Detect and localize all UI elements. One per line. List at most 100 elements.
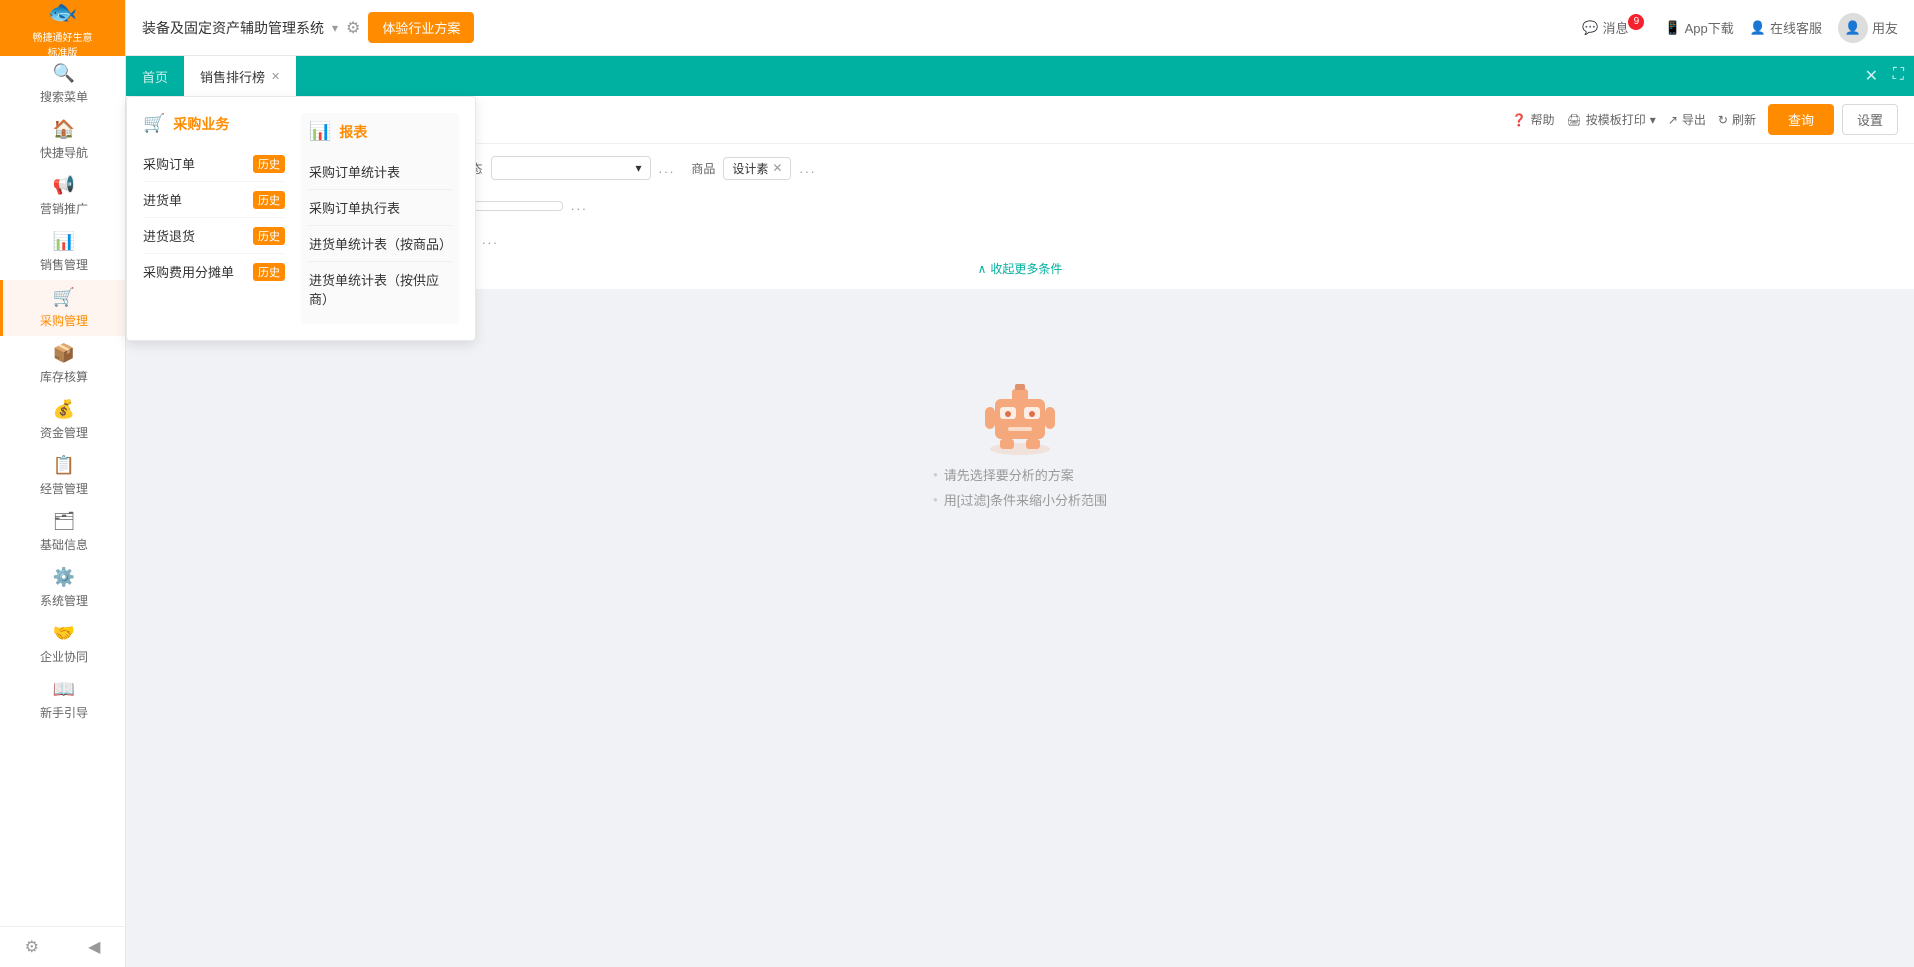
history-tag: 历史 <box>253 263 285 281</box>
basic-icon: 🗂 <box>53 511 76 532</box>
print-icon: 🖨 <box>1567 113 1582 127</box>
purchase-col: 🛒 采购业务 采购订单 历史 进货单 历史 进货退货 历史 采购费用分摊单 历史 <box>143 113 285 324</box>
topbar-left: 装备及固定资产辅助管理系统 ▾ ⚙ 体验行业方案 <box>142 12 474 43</box>
logo-icon: 🐟 <box>48 0 78 27</box>
empty-illustration <box>970 369 1070 449</box>
help-icon: ❓ <box>1512 113 1527 127</box>
tab-sales-rank-label: 销售排行榜 <box>200 67 265 86</box>
purchase-dropdown-menu: 🛒 采购业务 采购订单 历史 进货单 历史 进货退货 历史 采购费用分摊单 历史… <box>126 96 476 341</box>
sidebar-item-search[interactable]: 🔍 搜索菜单 <box>0 56 125 112</box>
app-download-label: App下载 <box>1685 18 1734 37</box>
purchase-icon: 🛒 <box>53 287 75 308</box>
sidebar-item-label: 系统管理 <box>40 592 88 609</box>
refresh-button[interactable]: ↻ 刷新 <box>1718 111 1756 128</box>
tab-close-icon[interactable]: ✕ <box>271 70 280 83</box>
goods-tag[interactable]: 设计素 ✕ <box>723 157 791 180</box>
sidebar-item-system[interactable]: ⚙️ 系统管理 <box>0 560 125 616</box>
dropdown-item-label: 进货单 <box>143 190 182 209</box>
marketing-icon: 📢 <box>53 175 75 196</box>
purchase-col-title: 采购业务 <box>173 114 229 134</box>
print-label: 按模板打印 <box>1586 111 1646 128</box>
avatar-icon: 👤 <box>1845 20 1861 36</box>
dropdown-item-inbound[interactable]: 进货单 历史 <box>143 182 285 218</box>
user-item[interactable]: 👤 用友 <box>1838 13 1898 43</box>
sidebar-item-label: 销售管理 <box>40 256 88 273</box>
settings-bottom-icon[interactable]: ⚙ <box>25 937 39 957</box>
purchase-col-icon: 🛒 <box>143 113 165 134</box>
sidebar-logo: 🐟 畅捷通好生意 标准版 <box>0 0 125 56</box>
dropdown-report-label: 进货单统计表（按供应商） <box>309 273 439 307</box>
customer-dots: ... <box>482 232 499 247</box>
message-icon: 💬 <box>1582 20 1598 36</box>
tab-sales-rank[interactable]: 销售排行榜 ✕ <box>184 56 296 96</box>
report-col-title: 报表 <box>339 122 367 142</box>
sidebar-item-label: 快捷导航 <box>40 144 88 161</box>
online-service-label: 在线客服 <box>1770 18 1822 37</box>
sidebar-item-sales[interactable]: 📊 销售管理 <box>0 224 125 280</box>
export-icon: ↗ <box>1668 113 1678 127</box>
topbar-title: 装备及固定资产辅助管理系统 <box>142 18 324 38</box>
finance-icon: 💰 <box>53 399 75 420</box>
inventory-icon: 📦 <box>53 343 75 364</box>
dropdown-item-label: 采购费用分摊单 <box>143 262 234 281</box>
topbar-dropdown-arrow[interactable]: ▾ <box>332 21 338 35</box>
dropdown-item-purchase-order[interactable]: 采购订单 历史 <box>143 146 285 182</box>
sidebar-item-marketing[interactable]: 📢 营销推广 <box>0 168 125 224</box>
sidebar-item-purchase[interactable]: 🛒 采购管理 <box>0 280 125 336</box>
refresh-icon: ↻ <box>1718 113 1728 127</box>
salesperson-dots: ... <box>571 198 588 213</box>
goods-dots: ... <box>799 161 816 176</box>
sidebar-item-inventory[interactable]: 📦 库存核算 <box>0 336 125 392</box>
report-col-icon: 📊 <box>309 121 331 142</box>
empty-hints: 请先选择要分析的方案 用[过滤]条件来缩小分析范围 <box>933 465 1107 515</box>
topbar-gear-icon[interactable]: ⚙ <box>346 18 360 38</box>
chevron-down-icon: ▾ <box>636 161 642 175</box>
history-tag: 历史 <box>253 155 285 173</box>
topbar-right: 💬 消息 9 📱 App下载 👤 在线客服 👤 用友 <box>1582 13 1898 43</box>
sidebar-item-label: 采购管理 <box>40 312 88 329</box>
help-label: 帮助 <box>1531 111 1555 128</box>
goods-label: 商品 <box>691 160 715 177</box>
export-label: 导出 <box>1682 111 1706 128</box>
user-label: 用友 <box>1872 18 1898 37</box>
voucher-dots: ... <box>659 161 676 176</box>
sidebar-item-cooperation[interactable]: 🤝 企业协同 <box>0 616 125 672</box>
voucher-status-select[interactable]: ▾ <box>491 156 651 180</box>
goods-tag-close-icon[interactable]: ✕ <box>772 161 782 175</box>
sidebar-item-basic[interactable]: 🗂 基础信息 <box>0 504 125 560</box>
dropdown-report-inbound-goods[interactable]: 进货单统计表（按商品） <box>309 226 451 262</box>
tab-home[interactable]: 首页 <box>126 56 184 96</box>
sidebar-item-newbie[interactable]: 📖 新手引导 <box>0 672 125 728</box>
dropdown-report-order-exec[interactable]: 采购订单执行表 <box>309 190 451 226</box>
sidebar-item-label: 营销推广 <box>40 200 88 217</box>
tabbar-expand-icon[interactable]: ⛶ <box>1893 66 1904 84</box>
dropdown-item-return[interactable]: 进货退货 历史 <box>143 218 285 254</box>
sidebar-item-operation[interactable]: 📋 经营管理 <box>0 448 125 504</box>
sidebar-item-finance[interactable]: 💰 资金管理 <box>0 392 125 448</box>
sidebar-item-quick-nav[interactable]: 🏠 快捷导航 <box>0 112 125 168</box>
message-badge: 9 <box>1628 14 1644 30</box>
export-button[interactable]: ↗ 导出 <box>1668 111 1706 128</box>
sidebar-item-label: 企业协同 <box>40 648 88 665</box>
dropdown-report-inbound-supplier[interactable]: 进货单统计表（按供应商） <box>309 262 451 316</box>
dropdown-report-order-stats[interactable]: 采购订单统计表 <box>309 154 451 190</box>
industry-solution-button[interactable]: 体验行业方案 <box>368 12 474 43</box>
search-icon: 🔍 <box>53 63 75 84</box>
app-download-item[interactable]: 📱 App下载 <box>1664 18 1733 37</box>
dropdown-report-label: 采购订单统计表 <box>309 165 400 180</box>
sidebar-item-label: 库存核算 <box>40 368 88 385</box>
dropdown-item-expense[interactable]: 采购费用分摊单 历史 <box>143 254 285 289</box>
topbar: 装备及固定资产辅助管理系统 ▾ ⚙ 体验行业方案 💬 消息 9 📱 App下载 … <box>126 0 1914 56</box>
help-button[interactable]: ❓ 帮助 <box>1512 111 1555 128</box>
system-icon: ⚙️ <box>53 567 75 588</box>
query-button[interactable]: 查询 <box>1768 104 1834 135</box>
message-item[interactable]: 💬 消息 9 <box>1582 18 1648 37</box>
tabbar-close-icon[interactable]: ✕ <box>1865 66 1878 86</box>
print-button[interactable]: 🖨 按模板打印 ▾ <box>1567 111 1656 128</box>
sidebar-item-label: 新手引导 <box>40 704 88 721</box>
goods-tag-value: 设计素 <box>732 160 768 177</box>
online-service-item[interactable]: 👤 在线客服 <box>1750 18 1822 37</box>
settings-button[interactable]: 设置 <box>1842 104 1898 135</box>
history-tag: 历史 <box>253 191 285 209</box>
collapse-sidebar-icon[interactable]: ◀ <box>88 937 100 957</box>
